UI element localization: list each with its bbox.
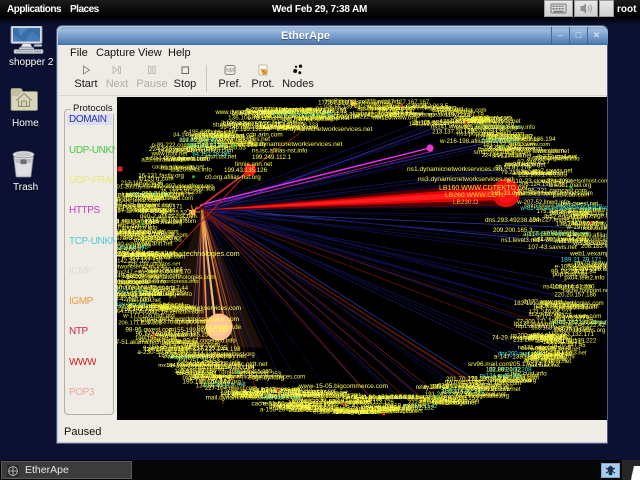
- svg-text:106.152.186.194: 106.152.186.194: [509, 136, 556, 143]
- svg-text:px04.bb.com: px04.bb.com: [553, 192, 590, 199]
- svg-text:ns86.edge.net: ns86.edge.net: [524, 335, 565, 342]
- svg-text:LB230.O: LB230.O: [453, 199, 478, 206]
- svg-text:outbrain.bmail.gmxnebb.net: outbrain.bmail.gmxnebb.net: [343, 394, 425, 401]
- svg-text:207-55.dsl04.akamaitechnologie: 207-55.dsl04.akamaitechnologies.com: [117, 249, 240, 258]
- svg-text:204.74.99.103: 204.74.99.103: [307, 108, 347, 115]
- svg-text:16-131.fastly.org: 16-131.fastly.org: [138, 172, 184, 179]
- svg-text:199.249.112.1: 199.249.112.1: [252, 154, 292, 161]
- svg-text:pop.cust.net: pop.cust.net: [552, 271, 587, 278]
- svg-text:124.104.233.72.static.pldt.net: 124.104.233.72.static.pldt.net: [181, 361, 268, 368]
- svg-text:mx240.edge.org: mx240.edge.org: [117, 241, 151, 248]
- svg-text:LB260.WWW.CDTL: LB260.WWW.CDTL: [445, 192, 505, 199]
- svg-text:lb26.mail.com: lb26.mail.com: [554, 326, 591, 332]
- svg-text:dlv.sys.nic.org: dlv.sys.nic.org: [128, 303, 168, 310]
- svg-text:w-74-223.comcast.info: w-74-223.comcast.info: [560, 237, 607, 243]
- svg-text:220.20.157.186: 220.20.157.186: [554, 292, 596, 298]
- svg-text:mail.arin.com: mail.arin.com: [231, 391, 266, 397]
- svg-text:62-159.ultradns.com: 62-159.ultradns.com: [432, 108, 487, 114]
- svg-text:a72-246-50-33.deploy.net: a72-246-50-33.deploy.net: [171, 353, 246, 360]
- svg-text:139-170.dynect.net: 139-170.dynect.net: [546, 302, 599, 309]
- svg-text:cdptpa-obr03.wordpress.mail.rr: cdptpa-obr03.wordpress.mail.rr.com: [134, 316, 240, 323]
- svg-text:ns1.level3.net: ns1.level3.net: [501, 237, 539, 244]
- svg-text:189.21.79.171: 189.21.79.171: [561, 257, 602, 264]
- svg-text:mail.cust.net: mail.cust.net: [526, 363, 560, 369]
- svg-text:149.208.80.55: 149.208.80.55: [206, 144, 246, 151]
- svg-text:ntp1.dyn.org: ntp1.dyn.org: [118, 224, 151, 230]
- svg-text:67.41.91.117: 67.41.91.117: [126, 183, 161, 189]
- svg-text:165.160.115.189: 165.160.115.189: [229, 369, 272, 375]
- svg-text:a-183-91.rr.org: a-183-91.rr.org: [521, 351, 562, 358]
- svg-text:lb176.www.com: lb176.www.com: [557, 313, 602, 320]
- svg-text:122.86.20.12: 122.86.20.12: [486, 367, 522, 373]
- svg-text:w-81-92.akamaitechnologies.net: w-81-92.akamaitechnologies.net: [520, 206, 607, 212]
- svg-text:mx2.savvis.net: mx2.savvis.net: [533, 168, 573, 174]
- svg-text:w-216-198.afilias-nst.com: w-216-198.afilias-nst.com: [439, 138, 511, 145]
- svg-text:srv96.mail.com: srv96.mail.com: [468, 361, 511, 368]
- svg-text:ns154.edge.net: ns154.edge.net: [390, 112, 434, 119]
- svg-text:www-15-05.bigcommerce.com: www-15-05.bigcommerce.com: [298, 383, 389, 390]
- svg-text:77.200.171.195: 77.200.171.195: [517, 319, 559, 325]
- svg-text:157-20.akamaitechnologies.org: 157-20.akamaitechnologies.org: [117, 285, 175, 292]
- svg-text:dns.293.49238.com: dns.293.49238.com: [485, 217, 541, 224]
- svg-text:LB160.WWW.CDTEKTO.net: LB160.WWW.CDTEKTO.net: [439, 185, 528, 192]
- svg-text:141.67.62.45: 141.67.62.45: [290, 390, 328, 397]
- svg-text:ns4.dynamicnetworkservices.net: ns4.dynamicnetworkservices.net: [277, 126, 372, 133]
- svg-text:a23.speakeasy.info: a23.speakeasy.info: [484, 125, 536, 131]
- svg-text:171.52.236.171: 171.52.236.171: [141, 205, 183, 211]
- svg-text:c0.org.afilias-nst.org: c0.org.afilias-nst.org: [205, 174, 261, 181]
- svg-text:111-190.cogentco.net: 111-190.cogentco.net: [117, 235, 171, 242]
- svg-text:133-11.fastly.com: 133-11.fastly.com: [475, 381, 521, 387]
- svg-text:e-195-237.gblx.info: e-195-237.gblx.info: [184, 130, 234, 136]
- svg-text:lb106.edge.net: lb106.edge.net: [221, 121, 261, 127]
- svg-text:121.16.31.206: 121.16.31.206: [411, 121, 450, 127]
- svg-text:pix04.ivwbox.de: pix04.ivwbox.de: [197, 324, 242, 331]
- svg-text:ns94.www.org: ns94.www.org: [182, 374, 223, 381]
- svg-text:www.telia.org: www.telia.org: [504, 162, 541, 168]
- svg-text:ns1.footprint.com: ns1.footprint.com: [572, 221, 607, 227]
- svg-text:cdn.ultradns.com: cdn.ultradns.com: [418, 400, 464, 406]
- svg-text:107-43.savvis.net: 107-43.savvis.net: [528, 244, 577, 251]
- svg-text:199.43.135.126: 199.43.135.126: [224, 167, 268, 174]
- svg-text:udns2.ultradns.net: udns2.ultradns.net: [297, 115, 350, 122]
- svg-text:www.pool.net: www.pool.net: [151, 152, 188, 158]
- svg-text:relay.dsl.net: relay.dsl.net: [416, 384, 449, 391]
- svg-text:84.132.74.52: 84.132.74.52: [300, 399, 336, 405]
- svg-text:w-80-47.cogentco.info: w-80-47.cogentco.info: [176, 338, 237, 344]
- svg-text:NM: NM: [226, 68, 234, 74]
- svg-text:dist1.pool.net: dist1.pool.net: [141, 195, 178, 202]
- svg-text:web1.dyn.info: web1.dyn.info: [122, 274, 159, 280]
- svg-text:127.127.167.167: 127.127.167.167: [384, 100, 430, 106]
- svg-text:213.137.20.123: 213.137.20.123: [432, 129, 474, 135]
- svg-text:134.84.40.113: 134.84.40.113: [196, 384, 235, 390]
- svg-text:a-158-207.akamaitechnologies.o: a-158-207.akamaitechnologies.org: [260, 406, 359, 413]
- svg-text:edge.dyn.org: edge.dyn.org: [248, 374, 285, 381]
- svg-text:209.200.165.3: 209.200.165.3: [493, 227, 533, 234]
- svg-text:ns3.dynamicnetworkservices.net: ns3.dynamicnetworkservices.net: [418, 176, 513, 183]
- svg-text:ns1.dynamicnetworkservices.net: ns1.dynamicnetworkservices.net: [407, 166, 502, 173]
